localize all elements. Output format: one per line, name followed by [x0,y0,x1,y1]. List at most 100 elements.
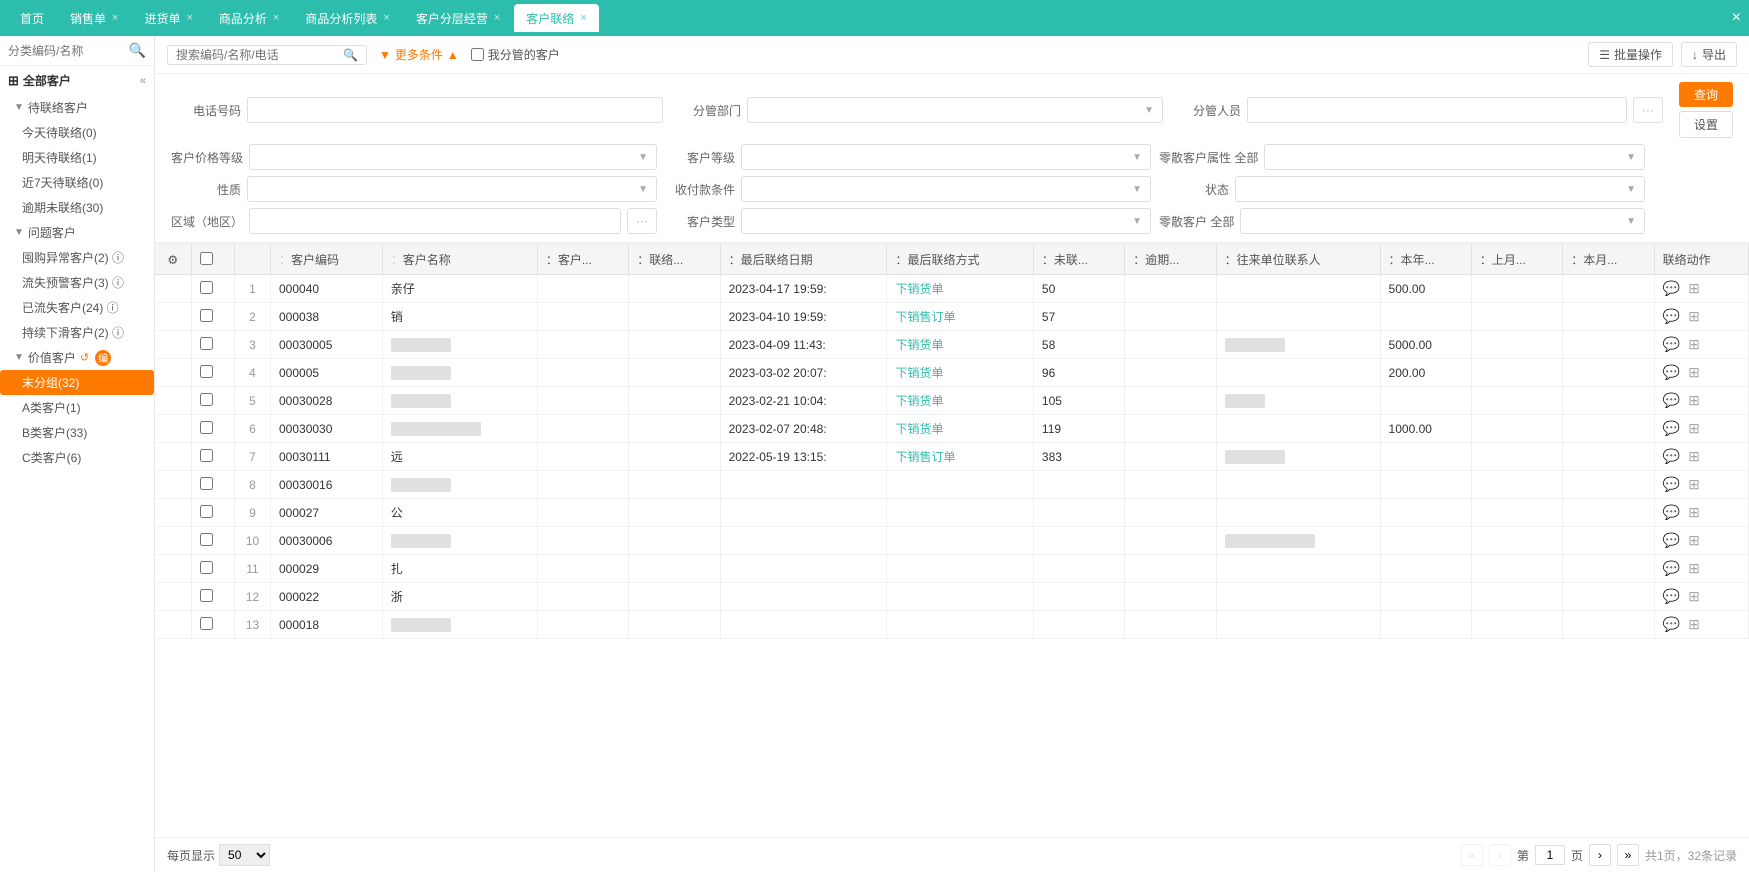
checkbox-cell[interactable] [191,415,235,443]
table-not-contacted-col[interactable]: ：未联... [1033,245,1124,275]
row-checkbox[interactable] [200,449,213,462]
sidebar-item-declining[interactable]: 持续下滑客户(2) ⓘ [0,320,154,345]
message-icon[interactable]: 💬 [1663,280,1680,297]
table-contact-col[interactable]: ：联络... [629,245,720,275]
table-this-month-col[interactable]: ：本月... [1563,245,1654,275]
search-icon[interactable]: 🔍 [343,48,358,62]
table-settings-col[interactable]: ⚙ [155,245,191,275]
message-icon[interactable]: 💬 [1663,616,1680,633]
page-number-input[interactable] [1535,845,1565,865]
message-icon[interactable]: 💬 [1663,364,1680,381]
table-checkbox-col[interactable] [191,245,235,275]
checkbox-cell[interactable] [191,443,235,471]
sidebar-item-ungrouped[interactable]: 末分组(32) [0,370,154,395]
search-input[interactable] [176,48,339,62]
table-this-year-col[interactable]: ：本年... [1380,245,1471,275]
tab-goods-analysis-close[interactable]: × [273,12,279,24]
checkbox-cell[interactable] [191,331,235,359]
query-button[interactable]: 查询 [1679,82,1733,107]
sidebar-search-input[interactable] [8,44,125,58]
tab-sales[interactable]: 销售单 × [58,4,130,32]
filter-scattered-attr-select[interactable]: ▼ [1264,144,1645,170]
row-checkbox[interactable] [200,589,213,602]
sidebar-group-problem[interactable]: ▼ 问题客户 [0,220,154,245]
contact-method-link[interactable]: 下销货单 [895,282,943,296]
more-conditions-button[interactable]: ▼ 更多条件 ▲ [379,46,459,63]
filter-payment-select[interactable]: ▼ [741,176,1151,202]
contact-method-link[interactable]: 下销货单 [895,338,943,352]
more-actions-icon[interactable]: ⊞ [1688,308,1700,325]
filter-person-more[interactable]: ··· [1633,97,1663,123]
first-page-button[interactable]: « [1461,844,1483,866]
more-actions-icon[interactable]: ⊞ [1688,532,1700,549]
message-icon[interactable]: 💬 [1663,308,1680,325]
contact-method-link[interactable]: 下销售订单 [895,450,955,464]
more-actions-icon[interactable]: ⊞ [1688,336,1700,353]
contact-method-link[interactable]: 下销货单 [895,366,943,380]
checkbox-cell[interactable] [191,583,235,611]
filter-region-select[interactable] [249,208,621,234]
contact-method-link[interactable]: 下销售订单 [895,310,955,324]
sidebar-group-waiting[interactable]: ▼ 待联络客户 [0,95,154,120]
filter-status-select[interactable]: ▼ [1235,176,1645,202]
checkbox-cell[interactable] [191,359,235,387]
row-checkbox[interactable] [200,281,213,294]
more-actions-icon[interactable]: ⊞ [1688,392,1700,409]
tab-purchase-close[interactable]: × [186,12,192,24]
message-icon[interactable]: 💬 [1663,420,1680,437]
tab-customer-tier[interactable]: 客户分层经营 × [404,4,512,32]
sidebar-item-b-class[interactable]: B类客户(33) [0,420,154,445]
checkbox-cell[interactable] [191,275,235,303]
sidebar-item-a-class[interactable]: A类客户(1) [0,395,154,420]
message-icon[interactable]: 💬 [1663,336,1680,353]
row-checkbox[interactable] [200,617,213,630]
sidebar-item-warning[interactable]: 流失预警客户(3) ⓘ [0,270,154,295]
row-checkbox[interactable] [200,505,213,518]
my-customers-checkbox[interactable]: 我分管的客户 [471,46,560,63]
checkbox-cell[interactable] [191,471,235,499]
more-actions-icon[interactable]: ⊞ [1688,504,1700,521]
tab-purchase[interactable]: 进货单 × [132,4,204,32]
sidebar-search-box[interactable]: 🔍 [0,36,154,66]
filter-nature-select[interactable]: ▼ [247,176,657,202]
contact-method-link[interactable]: 下销货单 [895,422,943,436]
filter-dept-select[interactable]: ▼ [747,97,1163,123]
row-checkbox[interactable] [200,477,213,490]
more-actions-icon[interactable]: ⊞ [1688,280,1700,297]
sidebar-item-overdue[interactable]: 逾期未联络(30) [0,195,154,220]
message-icon[interactable]: 💬 [1663,448,1680,465]
reset-button[interactable]: 设置 [1679,111,1733,138]
checkbox-cell[interactable] [191,527,235,555]
sidebar-search-icon[interactable]: 🔍 [129,42,146,59]
message-icon[interactable]: 💬 [1663,532,1680,549]
table-last-month-col[interactable]: ：上月... [1471,245,1562,275]
tab-customer-contact-close[interactable]: × [580,12,586,24]
filter-phone-input[interactable] [247,97,663,123]
filter-scattered-select[interactable]: ▼ [1240,208,1645,234]
search-box[interactable]: 🔍 [167,45,367,65]
select-all-checkbox[interactable] [200,252,213,265]
more-actions-icon[interactable]: ⊞ [1688,448,1700,465]
sidebar-item-7days[interactable]: 近7天待联络(0) [0,170,154,195]
table-last-date-col[interactable]: ：最后联络日期 [720,245,887,275]
checkbox-cell[interactable] [191,387,235,415]
contact-method-link[interactable]: 下销货单 [895,394,943,408]
more-actions-icon[interactable]: ⊞ [1688,476,1700,493]
page-size-select[interactable]: 20 50 100 [219,844,270,866]
message-icon[interactable]: 💬 [1663,476,1680,493]
filter-level-select[interactable]: ▼ [741,144,1151,170]
table-overdue-col[interactable]: ：逾期... [1125,245,1216,275]
checkbox-cell[interactable] [191,303,235,331]
table-name-col[interactable]: ：客户名称 [382,245,537,275]
message-icon[interactable]: 💬 [1663,560,1680,577]
row-checkbox[interactable] [200,393,213,406]
next-page-button[interactable]: › [1589,844,1611,866]
refresh-icon[interactable]: ↺ [80,351,89,364]
checkbox-cell[interactable] [191,499,235,527]
sidebar-item-c-class[interactable]: C类客户(6) [0,445,154,470]
tab-goods-analysis[interactable]: 商品分析 × [207,4,291,32]
message-icon[interactable]: 💬 [1663,392,1680,409]
row-checkbox[interactable] [200,421,213,434]
row-checkbox[interactable] [200,561,213,574]
checkbox-cell[interactable] [191,555,235,583]
